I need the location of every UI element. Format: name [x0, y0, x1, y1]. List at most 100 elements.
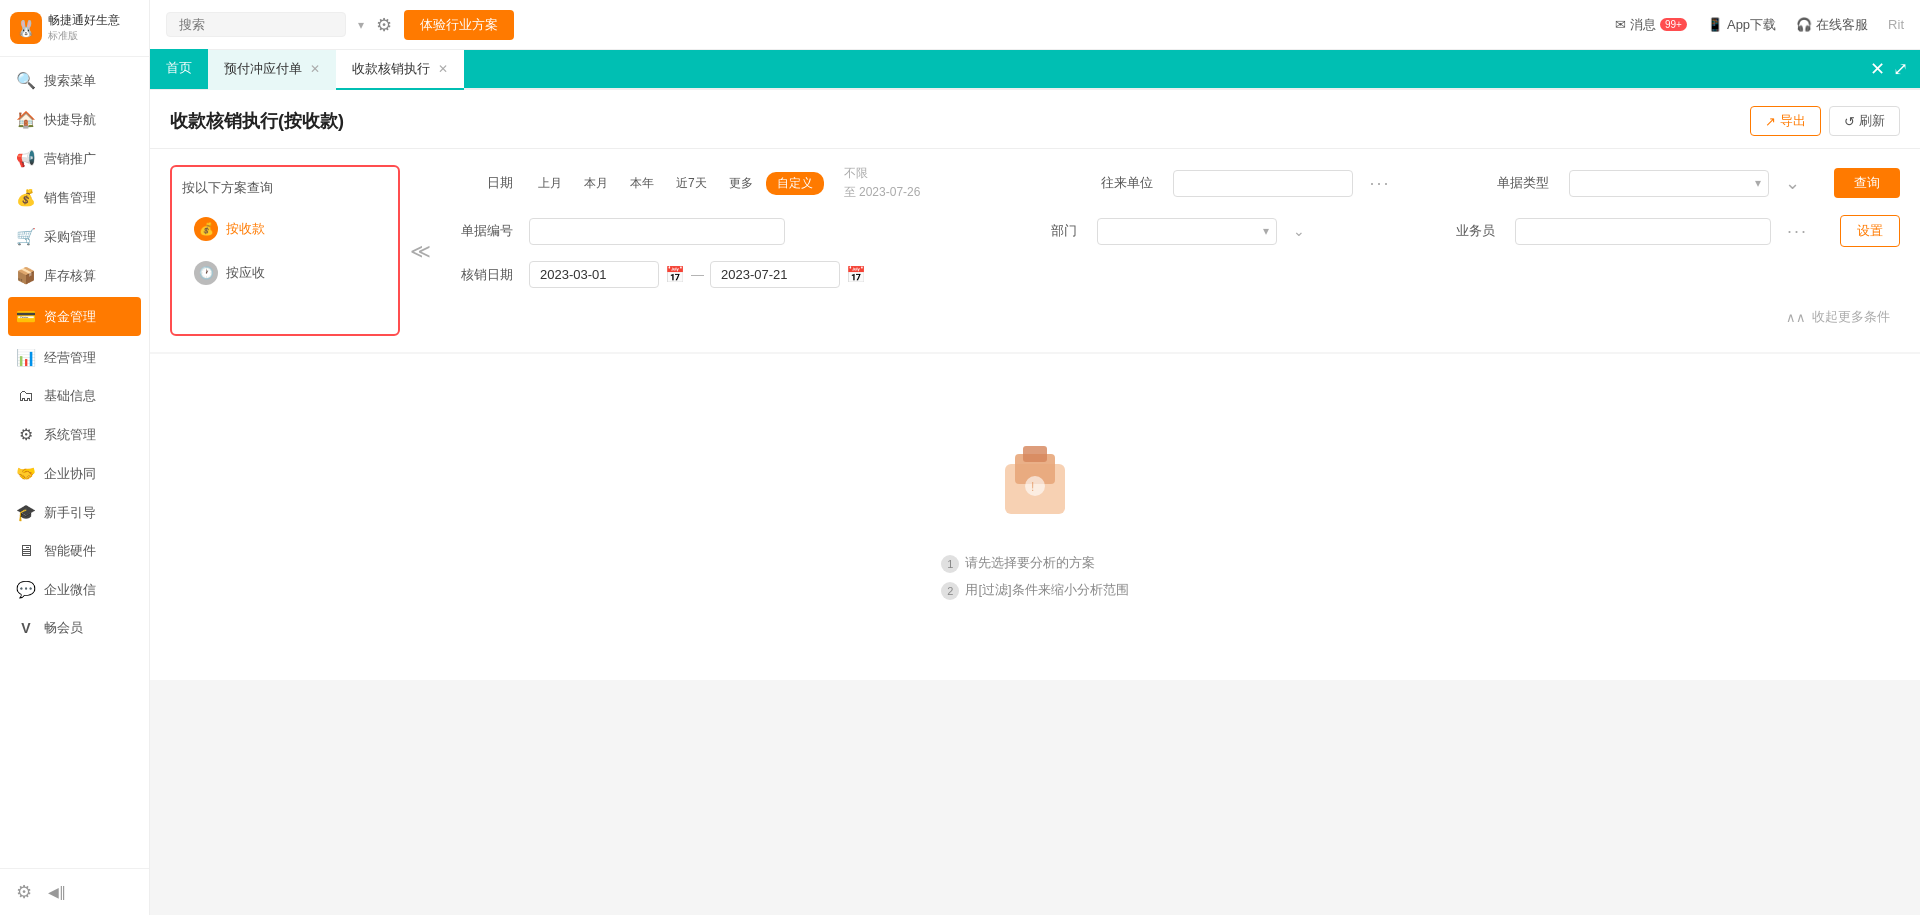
inventory-icon: 📦: [16, 266, 36, 285]
docnum-input[interactable]: [529, 218, 785, 245]
sidebar-item-purchase[interactable]: 🛒 采购管理: [0, 217, 149, 256]
staff-input[interactable]: [1515, 218, 1771, 245]
user-name: Rit: [1888, 17, 1904, 32]
page-title: 收款核销执行(按收款): [170, 109, 344, 133]
doctype-more-icon[interactable]: ⌄: [1785, 172, 1802, 194]
tip-num-2: 2: [941, 582, 959, 600]
filter-row-2: 单据编号 部门 ⌄ 业务员 ···: [453, 215, 1900, 247]
filter-option-by-receivable[interactable]: 🕐 按应收: [182, 253, 388, 293]
tip-text-1: 请先选择要分析的方案: [965, 554, 1095, 572]
service-button[interactable]: 🎧 在线客服: [1796, 16, 1868, 34]
message-icon: ✉: [1615, 17, 1626, 32]
tab-prepay-close[interactable]: ✕: [310, 62, 320, 76]
sidebar-item-marketing[interactable]: 📢 营销推广: [0, 139, 149, 178]
query-button[interactable]: 查询: [1834, 168, 1900, 198]
sidebar-item-label: 采购管理: [44, 228, 96, 246]
sidebar-item-inventory[interactable]: 📦 库存核算: [0, 256, 149, 295]
dept-dropdown-icon[interactable]: ⌄: [1293, 223, 1307, 239]
dept-label: 部门: [1051, 222, 1077, 240]
date-label: 日期: [453, 174, 513, 192]
filter-panel: 按以下方案查询 💰 按收款 🕐 按应收: [170, 165, 400, 336]
collapse-more-button[interactable]: ∧∧ 收起更多条件: [1776, 298, 1900, 336]
verify-date-start[interactable]: [529, 261, 659, 288]
wechat-icon: 💬: [16, 580, 36, 599]
date-opt-this-year[interactable]: 本年: [621, 172, 663, 195]
date-opt-7days[interactable]: 近7天: [667, 172, 716, 195]
partner-input[interactable]: [1173, 170, 1353, 197]
page-header-actions: ↗ 导出 ↺ 刷新: [1750, 106, 1900, 136]
user-avatar[interactable]: Rit: [1888, 17, 1904, 32]
sidebar-item-sales[interactable]: 💰 销售管理: [0, 178, 149, 217]
refresh-button[interactable]: ↺ 刷新: [1829, 106, 1900, 136]
tab-collection-close[interactable]: ✕: [438, 62, 448, 76]
sidebar-item-label: 资金管理: [44, 308, 96, 326]
guide-icon: 🎓: [16, 503, 36, 522]
sidebar: 🐰 畅捷通好生意 标准版 🔍 搜索菜单 🏠 快捷导航 📢 营销推广 💰 销售管理…: [0, 0, 150, 915]
filter-option-by-receipt[interactable]: 💰 按收款: [182, 209, 388, 249]
date-to-value: 至 2023-07-26: [844, 184, 921, 201]
sidebar-item-label: 企业微信: [44, 581, 96, 599]
main-area: ▾ ⚙ 体验行业方案 ✉ 消息 99+ 📱 App下载 🎧 在线客服 Rit: [150, 0, 1920, 915]
export-button[interactable]: ↗ 导出: [1750, 106, 1821, 136]
verify-date-end[interactable]: [710, 261, 840, 288]
sidebar-item-base[interactable]: 🗂 基础信息: [0, 377, 149, 415]
sales-icon: 💰: [16, 188, 36, 207]
settings-icon[interactable]: ⚙: [16, 881, 32, 903]
sidebar-item-system[interactable]: ⚙ 系统管理: [0, 415, 149, 454]
settings-gear-icon[interactable]: ⚙: [376, 14, 392, 36]
sidebar-item-guide[interactable]: 🎓 新手引导: [0, 493, 149, 532]
tab-home[interactable]: 首页: [150, 49, 208, 89]
calendar-start-icon[interactable]: 📅: [665, 265, 685, 284]
collapse-sidebar-icon[interactable]: ◀‖: [48, 884, 66, 900]
filter-option-receivable-label: 按应收: [226, 264, 265, 282]
sidebar-item-label: 基础信息: [44, 387, 96, 405]
sidebar-item-enterprise[interactable]: 🤝 企业协同: [0, 454, 149, 493]
sidebar-item-hardware[interactable]: 🖥 智能硬件: [0, 532, 149, 570]
doctype-select[interactable]: [1569, 170, 1769, 197]
partner-more-icon[interactable]: ···: [1369, 173, 1390, 194]
tab-collection-label: 收款核销执行: [352, 60, 430, 78]
filter-row-1: 日期 上月 本月 本年 近7天 更多 自定义 不限 至 2023-07-26: [453, 165, 1900, 201]
sidebar-item-funds[interactable]: 💳 资金管理: [8, 297, 141, 336]
panel-collapse-icon[interactable]: ≪: [404, 239, 437, 263]
close-window-icon[interactable]: ✕: [1870, 58, 1885, 80]
calendar-end-icon[interactable]: 📅: [846, 265, 866, 284]
tab-prepay[interactable]: 预付冲应付单 ✕: [208, 50, 336, 90]
empty-tip-1: 1 请先选择要分析的方案: [941, 554, 1128, 573]
tab-collection[interactable]: 收款核销执行 ✕: [336, 50, 464, 90]
receipt-icon: 💰: [194, 217, 218, 241]
refresh-icon: ↺: [1844, 114, 1855, 129]
setting-button[interactable]: 设置: [1840, 215, 1900, 247]
sidebar-item-label: 畅会员: [44, 619, 83, 637]
page-content: 收款核销执行(按收款) ↗ 导出 ↺ 刷新 按以下方案查询 💰 按收款: [150, 90, 1920, 915]
sidebar-item-operations[interactable]: 📊 经营管理: [0, 338, 149, 377]
search-input[interactable]: [166, 12, 346, 37]
staff-more-icon[interactable]: ···: [1787, 221, 1808, 242]
filter-option-receipt-label: 按收款: [226, 220, 265, 238]
staff-label: 业务员: [1456, 222, 1495, 240]
date-opt-this-month[interactable]: 本月: [575, 172, 617, 195]
date-opt-custom[interactable]: 自定义: [766, 172, 824, 195]
sidebar-item-member[interactable]: V 畅会员: [0, 609, 149, 647]
maximize-window-icon[interactable]: ⤢: [1893, 58, 1908, 80]
app-icon: 📱: [1707, 17, 1723, 32]
topbar-actions: ✉ 消息 99+ 📱 App下载 🎧 在线客服 Rit: [1615, 16, 1904, 34]
empty-tip-2: 2 用[过滤]条件来缩小分析范围: [941, 581, 1128, 600]
sidebar-item-search[interactable]: 🔍 搜索菜单: [0, 61, 149, 100]
sidebar-item-quicknav[interactable]: 🏠 快捷导航: [0, 100, 149, 139]
hardware-icon: 🖥: [16, 542, 36, 560]
member-icon: V: [16, 620, 36, 636]
docnum-label: 单据编号: [453, 222, 513, 240]
sidebar-item-wechat[interactable]: 💬 企业微信: [0, 570, 149, 609]
dept-select[interactable]: [1097, 218, 1277, 245]
collapse-label: 收起更多条件: [1812, 308, 1890, 326]
solution-button[interactable]: 体验行业方案: [404, 10, 514, 40]
date-options: 上月 本月 本年 近7天 更多 自定义: [529, 172, 824, 195]
sidebar-bottom: ⚙ ◀‖: [0, 868, 149, 915]
logo-name: 畅捷通好生意: [48, 13, 120, 29]
date-opt-last-month[interactable]: 上月: [529, 172, 571, 195]
export-icon: ↗: [1765, 114, 1776, 129]
date-opt-more[interactable]: 更多: [720, 172, 762, 195]
app-download-button[interactable]: 📱 App下载: [1707, 16, 1776, 34]
message-button[interactable]: ✉ 消息 99+: [1615, 16, 1687, 34]
